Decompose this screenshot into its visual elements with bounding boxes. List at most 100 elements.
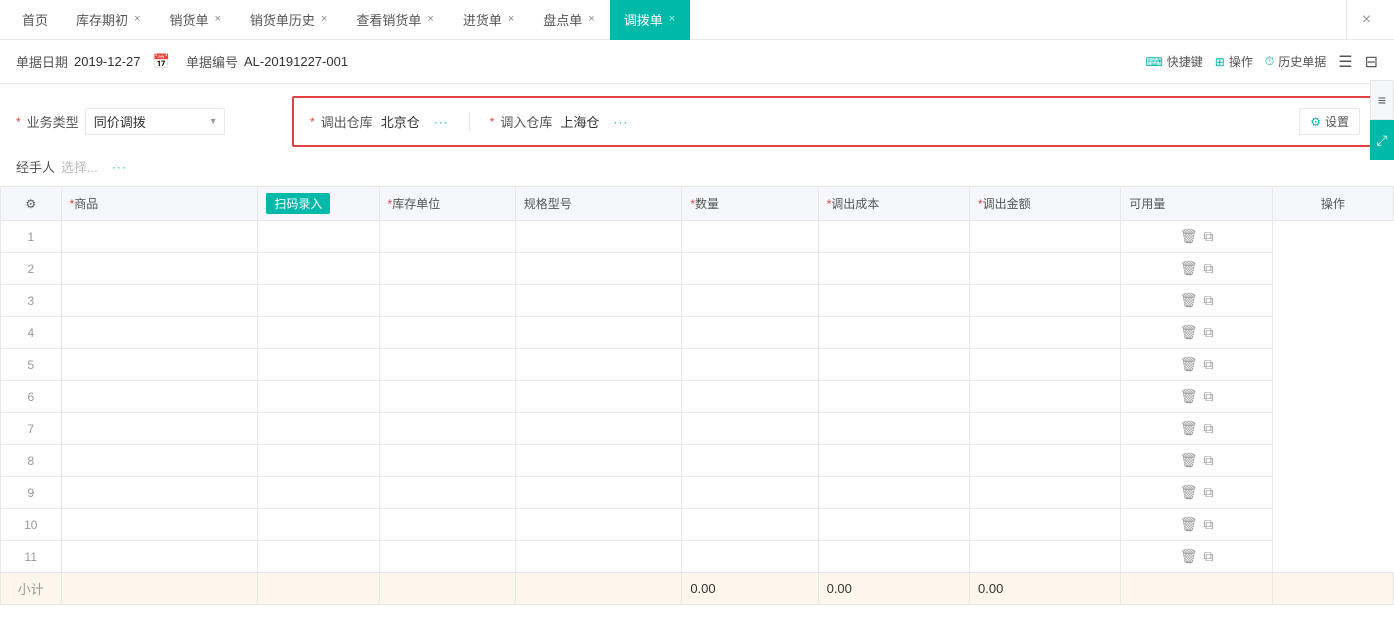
delete-row-icon[interactable]: 🗑 [1180,324,1198,341]
transfer-out-more-button[interactable]: ··· [434,115,449,129]
tab-close-inventory-check[interactable]: × [588,14,594,25]
layout-grid-icon: ⊟ [1365,52,1378,72]
delete-row-icon[interactable]: 🗑 [1180,356,1198,373]
col-gear[interactable]: ⚙ [1,187,62,221]
tab-inventory[interactable]: 库存期初 × [62,0,155,40]
tab-view-sales[interactable]: 查看销货单 × [342,0,448,40]
operations-button[interactable]: ⊞ 操作 [1215,53,1253,70]
cell-0 [61,253,258,285]
tab-sales[interactable]: 销货单 × [155,0,235,40]
scan-button[interactable]: 扫码录入 [266,193,330,214]
subtotal-cost: 0.00 [818,573,969,605]
cell-5 [818,413,969,445]
doc-date-value: 2019-12-27 [74,54,141,69]
warehouse-divider [469,112,470,132]
tab-close-transfer[interactable]: × [669,14,675,25]
cell-6 [970,445,1121,477]
row-number: 6 [1,381,62,413]
history-button[interactable]: ⏱ 历史单据 [1265,53,1326,70]
toolbar: 单据日期 2019-12-27 📅 单据编号 AL-20191227-001 ⌨… [0,40,1394,84]
window-close-button[interactable]: × [1346,0,1386,40]
copy-row-icon[interactable]: ⧉ [1204,388,1214,405]
copy-row-icon[interactable]: ⧉ [1204,548,1214,565]
delete-row-icon[interactable]: 🗑 [1180,292,1198,309]
cell-5 [818,541,969,573]
tab-close-purchase[interactable]: × [508,14,514,25]
biz-type-value: 同价调拨 [94,112,146,131]
col-scan[interactable]: 扫码录入 [258,187,379,221]
subtotal-empty-3 [379,573,515,605]
layout-grid-button[interactable]: ⊟ [1365,52,1378,72]
layout-list-button[interactable]: ☰ [1338,52,1352,72]
cell-1 [258,413,379,445]
biz-type-select[interactable]: 同价调拨 ▾ [85,108,225,135]
calendar-icon[interactable]: 📅 [153,53,170,70]
tab-close-view-sales[interactable]: × [427,14,433,25]
copy-row-icon[interactable]: ⧉ [1204,484,1214,501]
table-header: ⚙ *商品 扫码录入 *库存单位 规格型号 *数量 *调出成本 [1,187,1394,221]
copy-row-icon[interactable]: ⧉ [1204,420,1214,437]
cell-1 [258,317,379,349]
cell-3 [515,317,682,349]
cell-6 [970,317,1121,349]
tab-sales-history[interactable]: 销货单历史 × [236,0,342,40]
cell-0 [61,285,258,317]
tab-close-sales[interactable]: × [214,14,220,25]
cell-0 [61,509,258,541]
cell-2 [379,381,515,413]
delete-row-icon[interactable]: 🗑 [1180,484,1198,501]
cell-3 [515,509,682,541]
handler-more-button[interactable]: ··· [112,160,127,174]
form-row-2: 经手人 选择... ··· [16,157,1378,176]
cell-1 [258,477,379,509]
copy-row-icon[interactable]: ⧉ [1204,516,1214,533]
tab-close-sales-history[interactable]: × [321,14,327,25]
subtotal-empty-8 [1121,573,1272,605]
copy-row-icon[interactable]: ⧉ [1204,452,1214,469]
cell-6 [970,221,1121,253]
copy-row-icon[interactable]: ⧉ [1204,356,1214,373]
tab-transfer[interactable]: 调拨单 × [610,0,690,40]
copy-row-icon[interactable]: ⧉ [1204,228,1214,245]
tab-purchase[interactable]: 进货单 × [449,0,529,40]
row-number: 5 [1,349,62,381]
col-unit: *库存单位 [379,187,515,221]
settings-button[interactable]: ⚙ 设置 [1299,108,1360,135]
cell-5 [818,381,969,413]
row-number: 8 [1,445,62,477]
sidebar-external-button[interactable]: ⤢ [1370,120,1394,160]
cell-5 [818,445,969,477]
biz-type-arrow-icon: ▾ [211,116,216,127]
col-goods: *商品 [61,187,258,221]
cell-3 [515,253,682,285]
cell-0 [61,413,258,445]
delete-row-icon[interactable]: 🗑 [1180,420,1198,437]
copy-row-icon[interactable]: ⧉ [1204,260,1214,277]
cell-2 [379,253,515,285]
shortcuts-button[interactable]: ⌨ 快捷键 [1145,53,1202,70]
data-table-container: ⚙ *商品 扫码录入 *库存单位 规格型号 *数量 *调出成本 [0,186,1394,605]
sidebar-list-button[interactable]: ≡ [1370,80,1394,120]
tab-home[interactable]: 首页 [8,10,62,29]
copy-row-icon[interactable]: ⧉ [1204,292,1214,309]
biz-type-label: 业务类型 [27,112,79,131]
delete-row-icon[interactable]: 🗑 [1180,548,1198,565]
cell-0 [61,445,258,477]
delete-row-icon[interactable]: 🗑 [1180,516,1198,533]
copy-row-icon[interactable]: ⧉ [1204,324,1214,341]
delete-row-icon[interactable]: 🗑 [1180,228,1198,245]
tab-inventory-check[interactable]: 盘点单 × [529,0,609,40]
delete-row-icon[interactable]: 🗑 [1180,260,1198,277]
handler-input[interactable]: 选择... [61,157,98,176]
cell-1 [258,445,379,477]
col-ops: 操作 [1272,187,1393,221]
biz-type-required-star: * [16,115,21,129]
doc-no-value: AL-20191227-001 [244,54,348,69]
transfer-in-more-button[interactable]: ··· [613,115,628,129]
delete-row-icon[interactable]: 🗑 [1180,388,1198,405]
cell-1 [258,349,379,381]
delete-row-icon[interactable]: 🗑 [1180,452,1198,469]
subtotal-empty-9 [1272,573,1393,605]
transfer-out-field: * 调出仓库 北京仓 ··· [310,112,449,131]
tab-close-inventory[interactable]: × [134,14,140,25]
